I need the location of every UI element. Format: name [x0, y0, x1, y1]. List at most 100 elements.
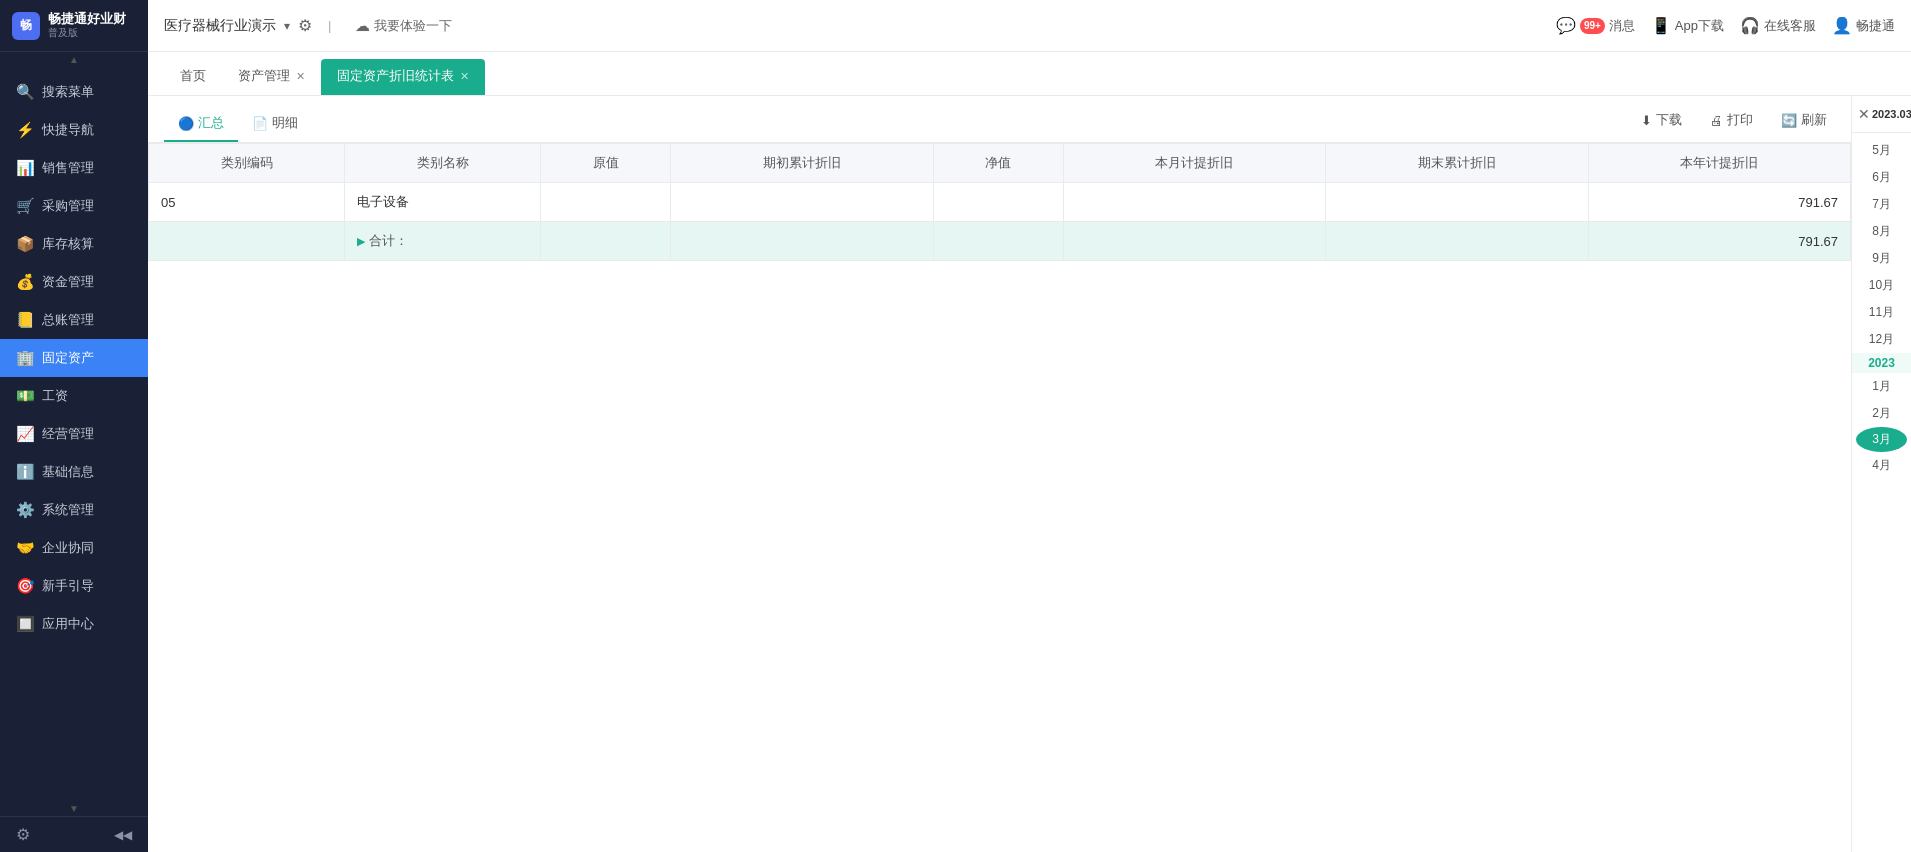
cell-row-6	[1326, 183, 1588, 222]
table-row: 05电子设备791.67	[149, 183, 1851, 222]
inventory-icon: 📦	[16, 235, 34, 253]
sidebar-item-sales[interactable]: 📊 销售管理	[0, 149, 148, 187]
tab-label-home: 首页	[180, 67, 206, 85]
header-action-user[interactable]: 👤 畅捷通	[1832, 16, 1895, 35]
tab-asset-management[interactable]: 资产管理 ✕	[222, 59, 321, 95]
sidebar-label-sales: 销售管理	[42, 159, 94, 177]
content-main: 🔵 汇总 📄 明细 ⬇ 下载 🖨 打印 🔄 刷新	[148, 96, 1851, 852]
date-year-2023[interactable]: 2023	[1852, 353, 1911, 373]
tab-home[interactable]: 首页	[164, 59, 222, 95]
experience-button[interactable]: ☁ 我要体验一下	[347, 13, 460, 39]
sidebar-title: 畅捷通好业财	[48, 11, 126, 27]
sub-tab-label-summary: 汇总	[198, 114, 224, 132]
sidebar-item-system[interactable]: ⚙️ 系统管理	[0, 491, 148, 529]
settings-icon[interactable]: ⚙	[16, 825, 30, 844]
sidebar-item-quick-nav[interactable]: ⚡ 快捷导航	[0, 111, 148, 149]
col-本月计提折旧: 本月计提折旧	[1063, 144, 1325, 183]
subtotal-cell-5	[1063, 222, 1325, 261]
header-action-messages[interactable]: 💬 99+ 消息	[1556, 16, 1635, 35]
subtotal-cell-1: ▶合计：	[345, 222, 541, 261]
cell-row-7: 791.67	[1588, 183, 1850, 222]
subtotal-cell-4	[933, 222, 1063, 261]
header-settings-icon[interactable]: ⚙	[298, 16, 312, 35]
finance-icon: 💰	[16, 273, 34, 291]
sidebar-label-system: 系统管理	[42, 501, 94, 519]
refresh-label: 刷新	[1801, 111, 1827, 129]
sidebar-item-fixed-assets[interactable]: 🏢 固定资产	[0, 339, 148, 377]
col-期初累计折旧: 期初累计折旧	[671, 144, 933, 183]
date-scroll[interactable]: 5月6月7月8月9月10月11月12月20231月2月3月4月	[1852, 133, 1911, 852]
sidebar-nav: 🔍 搜索菜单 ⚡ 快捷导航 📊 销售管理 🛒 采购管理 📦 库存核算 💰 资金管…	[0, 67, 148, 801]
date-month-prev-12月[interactable]: 12月	[1858, 326, 1905, 353]
sidebar-item-operations[interactable]: 📈 经营管理	[0, 415, 148, 453]
sub-tabs: 🔵 汇总 📄 明细 ⬇ 下载 🖨 打印 🔄 刷新	[148, 96, 1851, 143]
tab-close-depreciation-report[interactable]: ✕	[460, 70, 469, 83]
header-action-app-download[interactable]: 📱 App下载	[1651, 16, 1724, 35]
basic-info-icon: ℹ️	[16, 463, 34, 481]
fixed-assets-icon: 🏢	[16, 349, 34, 367]
col-类别名称: 类别名称	[345, 144, 541, 183]
print-button[interactable]: 🖨 打印	[1702, 107, 1761, 133]
tab-depreciation-report[interactable]: 固定资产折旧统计表 ✕	[321, 59, 485, 95]
download-button[interactable]: ⬇ 下载	[1633, 107, 1690, 133]
cell-row-4	[933, 183, 1063, 222]
sub-tab-detail[interactable]: 📄 明细	[238, 106, 312, 142]
date-month-1月[interactable]: 1月	[1858, 373, 1905, 400]
date-month-prev-6月[interactable]: 6月	[1858, 164, 1905, 191]
sidebar-item-finance[interactable]: 💰 资金管理	[0, 263, 148, 301]
system-icon: ⚙️	[16, 501, 34, 519]
col-期末累计折旧: 期末累计折旧	[1326, 144, 1588, 183]
subtotal-cell-6	[1326, 222, 1588, 261]
sub-tab-summary[interactable]: 🔵 汇总	[164, 106, 238, 142]
scroll-down-indicator[interactable]: ▼	[0, 801, 148, 816]
collapse-icon[interactable]: ◀◀	[114, 828, 132, 842]
top-header: 医疗器械行业演示 ▾ ⚙ | ☁ 我要体验一下 💬 99+ 消息 📱 App下载…	[148, 0, 1911, 52]
tab-bar: 首页 资产管理 ✕ 固定资产折旧统计表 ✕	[148, 52, 1911, 96]
refresh-button[interactable]: 🔄 刷新	[1773, 107, 1835, 133]
date-month-prev-8月[interactable]: 8月	[1858, 218, 1905, 245]
header-action-online-service[interactable]: 🎧 在线客服	[1740, 16, 1816, 35]
date-month-prev-5月[interactable]: 5月	[1858, 137, 1905, 164]
date-month-2月[interactable]: 2月	[1858, 400, 1905, 427]
sidebar-item-ledger[interactable]: 📒 总账管理	[0, 301, 148, 339]
tab-close-asset-management[interactable]: ✕	[296, 70, 305, 83]
date-month-prev-11月[interactable]: 11月	[1858, 299, 1905, 326]
top-header-left: 医疗器械行业演示 ▾ ⚙ | ☁ 我要体验一下	[164, 13, 460, 39]
sidebar-header: 畅 畅捷通好业财 普及版	[0, 0, 148, 52]
sidebar-item-enterprise[interactable]: 🤝 企业协同	[0, 529, 148, 567]
cell-row-0: 05	[149, 183, 345, 222]
ledger-icon: 📒	[16, 311, 34, 329]
sidebar-label-finance: 资金管理	[42, 273, 94, 291]
date-month-3月[interactable]: 3月	[1856, 427, 1907, 452]
date-month-prev-10月[interactable]: 10月	[1858, 272, 1905, 299]
sub-tabs-right: ⬇ 下载 🖨 打印 🔄 刷新	[1633, 107, 1835, 141]
experience-label: 我要体验一下	[374, 17, 452, 35]
right-panel-header: ✕ 2023.03 ⤢	[1852, 96, 1911, 133]
sidebar-item-inventory[interactable]: 📦 库存核算	[0, 225, 148, 263]
sidebar-item-purchase[interactable]: 🛒 采购管理	[0, 187, 148, 225]
sales-icon: 📊	[16, 159, 34, 177]
quick-nav-icon: ⚡	[16, 121, 34, 139]
sidebar-label-search: 搜索菜单	[42, 83, 94, 101]
sidebar-item-search[interactable]: 🔍 搜索菜单	[0, 73, 148, 111]
cloud-icon: ☁	[355, 17, 370, 35]
operations-icon: 📈	[16, 425, 34, 443]
sub-tabs-left: 🔵 汇总 📄 明细	[164, 106, 312, 142]
sidebar-item-guide[interactable]: 🎯 新手引导	[0, 567, 148, 605]
date-month-4月[interactable]: 4月	[1858, 452, 1905, 479]
scroll-up-indicator[interactable]: ▲	[0, 52, 148, 67]
date-label: 2023.03	[1872, 108, 1911, 120]
date-month-prev-9月[interactable]: 9月	[1858, 245, 1905, 272]
sidebar-item-payroll[interactable]: 💵 工资	[0, 377, 148, 415]
subtotal-cell-0	[149, 222, 345, 261]
sidebar-item-app-center[interactable]: 🔲 应用中心	[0, 605, 148, 643]
tab-label-depreciation-report: 固定资产折旧统计表	[337, 67, 454, 85]
table-container: 类别编码类别名称原值期初累计折旧净值本月计提折旧期末累计折旧本年计提折旧 05电…	[148, 143, 1851, 852]
sub-tab-label-detail: 明细	[272, 114, 298, 132]
company-dropdown-arrow[interactable]: ▾	[284, 19, 290, 33]
sidebar-item-basic-info[interactable]: ℹ️ 基础信息	[0, 453, 148, 491]
sidebar-label-basic-info: 基础信息	[42, 463, 94, 481]
date-month-prev-7月[interactable]: 7月	[1858, 191, 1905, 218]
col-原值: 原值	[541, 144, 671, 183]
panel-close-icon[interactable]: ✕	[1856, 104, 1872, 124]
